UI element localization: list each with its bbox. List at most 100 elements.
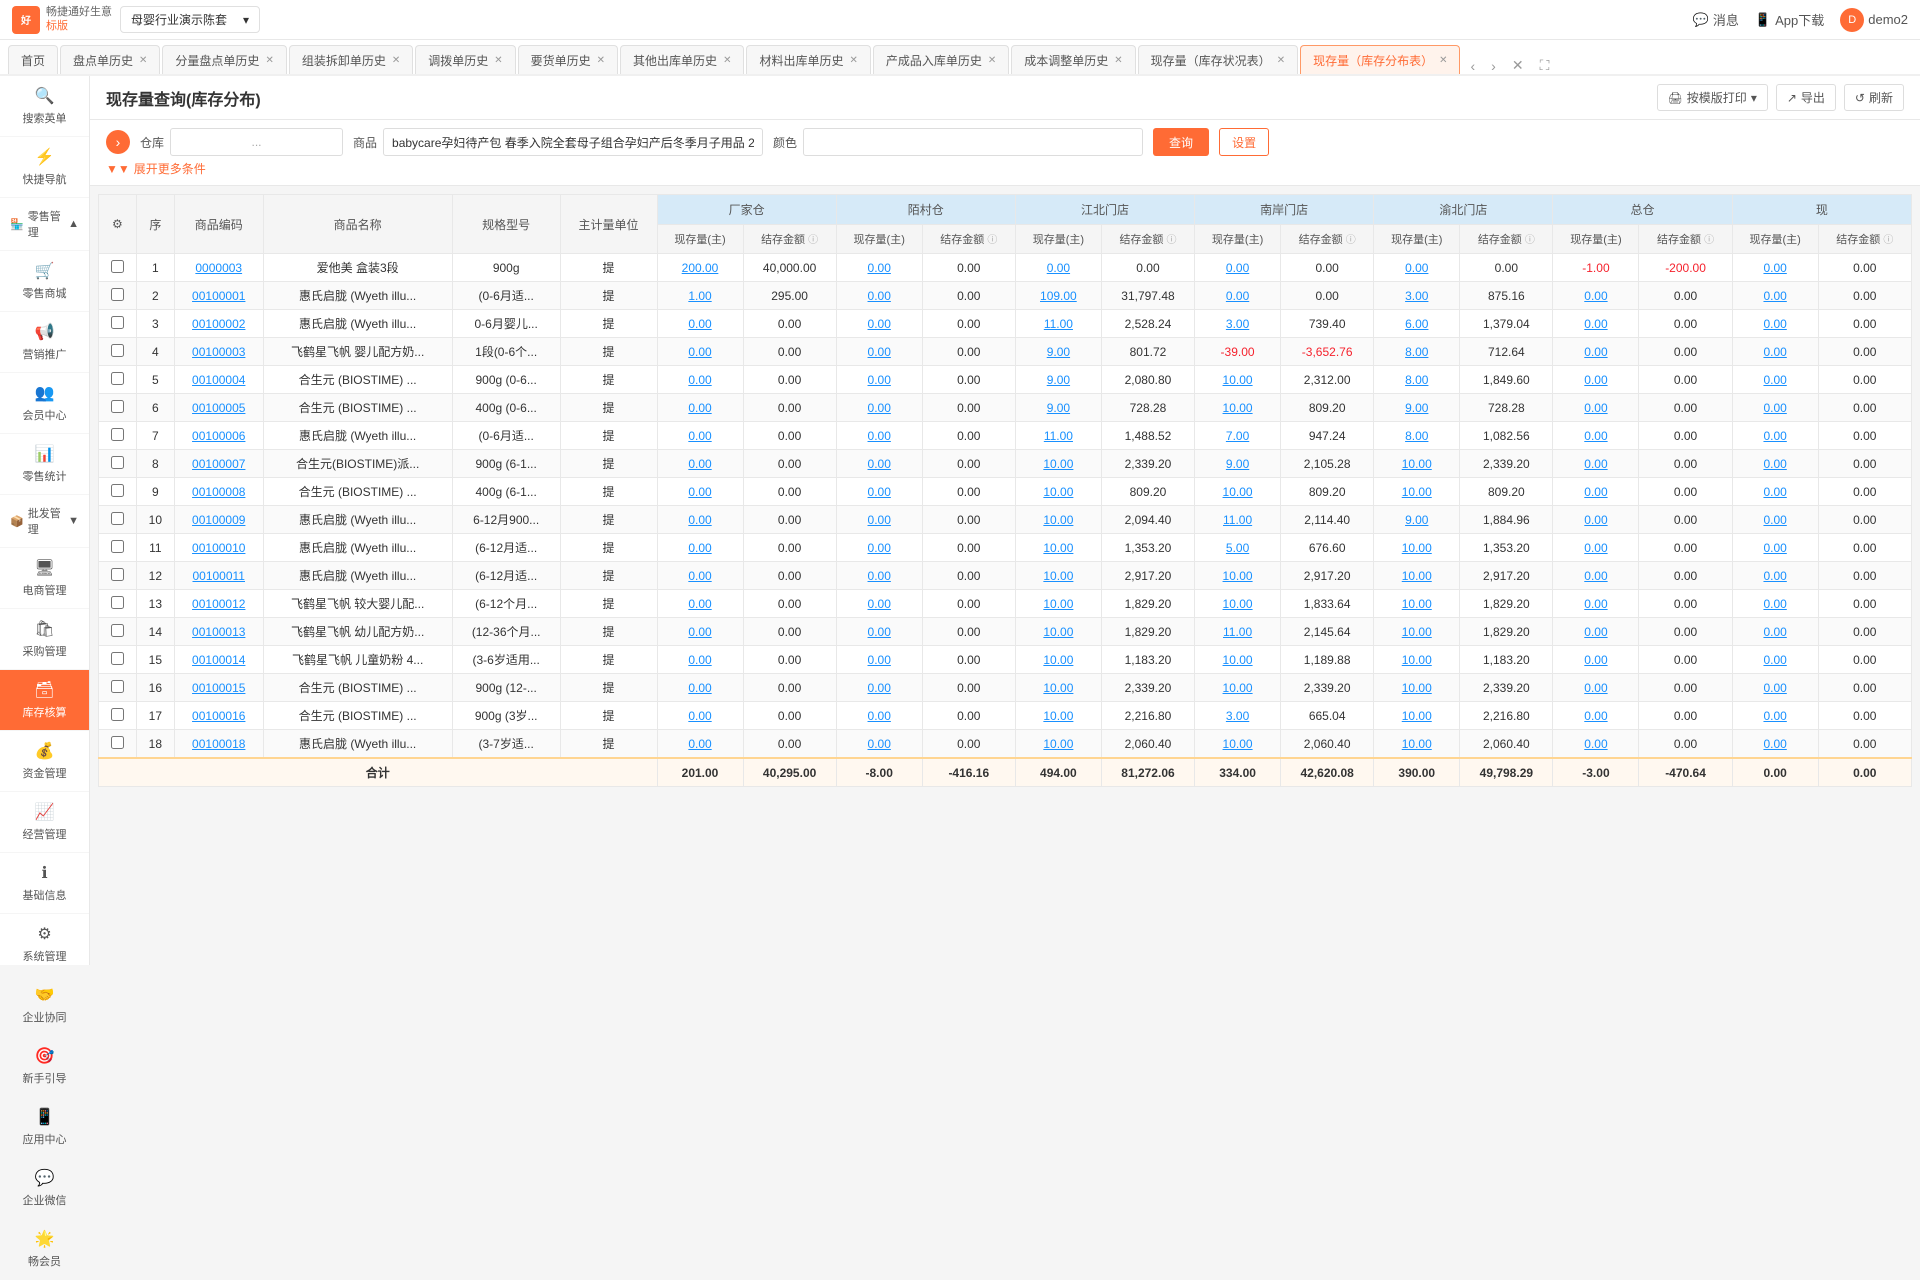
sidebar-item-retail-mgmt[interactable]: 🏪 零售管理 ▲ [0, 198, 89, 251]
row-check[interactable] [99, 730, 137, 759]
sidebar-item-marketing[interactable]: 📢 营销推广 [0, 312, 89, 373]
sidebar-item-basic-info[interactable]: ℹ 基础信息 [0, 853, 89, 914]
sidebar-item-finance[interactable]: 💰 资金管理 [0, 731, 89, 792]
row-check[interactable] [99, 646, 137, 674]
row-check[interactable] [99, 562, 137, 590]
app-download-btn[interactable]: 📱 App下载 [1755, 10, 1824, 29]
tab-close-icon[interactable]: ✕ [988, 55, 996, 66]
row-m-amt: 0.00 [922, 450, 1015, 478]
row-check[interactable] [99, 282, 137, 310]
row-check[interactable] [99, 674, 137, 702]
row-check[interactable] [99, 590, 137, 618]
user-avatar[interactable]: D demo2 [1840, 8, 1908, 32]
tab-close-icon[interactable]: ✕ [597, 55, 605, 66]
row-check[interactable] [99, 534, 137, 562]
tab-nav-next[interactable]: › [1483, 58, 1504, 74]
store-jiangbei-header: 江北门店 [1015, 195, 1194, 225]
tab-inventory-history[interactable]: 盘点单历史 ✕ [60, 45, 160, 75]
settings-button[interactable]: 设置 [1219, 128, 1269, 156]
table-row: 6 00100005 合生元 (BIOSTIME) ... 400g (0-6.… [99, 394, 1912, 422]
row-check[interactable] [99, 254, 137, 282]
row-code: 00100011 [174, 562, 263, 590]
tab-material-out[interactable]: 材料出库单历史 ✕ [746, 45, 870, 75]
tab-close-icon[interactable]: ✕ [723, 55, 731, 66]
sidebar-item-collab[interactable]: 🤝 企业协同 [0, 975, 89, 1036]
row-cur-amt: 0.00 [1818, 282, 1911, 310]
sidebar-item-wholesale[interactable]: 📦 批发管理 ▼ [0, 495, 89, 548]
sidebar-item-search[interactable]: 🔍 搜索英单 [0, 76, 89, 137]
tab-cost-adjust[interactable]: 成本调整单历史 ✕ [1011, 45, 1135, 75]
table-row: 11 00100010 惠氏启胧 (Wyeth illu... (6-12月适.… [99, 534, 1912, 562]
tab-stock-status[interactable]: 现存量（库存状况表） ✕ [1138, 45, 1298, 75]
tab-stock-dist[interactable]: 现存量（库存分布表） ✕ [1300, 45, 1460, 75]
sidebar-item-purchase[interactable]: 🛍 采购管理 [0, 609, 89, 670]
tab-sub-inventory[interactable]: 分量盘点单历史 ✕ [162, 45, 286, 75]
sidebar-item-operations[interactable]: 📈 经营管理 [0, 792, 89, 853]
tab-assembly[interactable]: 组装拆卸单历史 ✕ [289, 45, 413, 75]
tab-product-in[interactable]: 产成品入库单历史 ✕ [873, 45, 1009, 75]
row-f-qty: 0.00 [657, 534, 743, 562]
row-check[interactable] [99, 478, 137, 506]
tab-close-icon[interactable]: ✕ [494, 55, 502, 66]
row-m-qty: 0.00 [836, 506, 922, 534]
tab-other-out[interactable]: 其他出库单历史 ✕ [620, 45, 744, 75]
messages-btn[interactable]: 💬 消息 [1693, 10, 1739, 29]
row-check[interactable] [99, 310, 137, 338]
tab-close-icon[interactable]: ✕ [392, 55, 400, 66]
color-input[interactable] [803, 128, 1143, 156]
expand-conditions[interactable]: ▼▼ 展开更多条件 [106, 160, 1904, 177]
row-check[interactable] [99, 366, 137, 394]
sidebar-item-newbie[interactable]: 🎯 新手引导 [0, 1036, 89, 1097]
sidebar-item-retail-mall[interactable]: 🛒 零售商城 [0, 251, 89, 312]
row-m-amt: 0.00 [922, 674, 1015, 702]
row-check[interactable] [99, 394, 137, 422]
sidebar-item-system[interactable]: ⚙ 系统管理 [0, 914, 89, 975]
row-check[interactable] [99, 450, 137, 478]
row-check[interactable] [99, 506, 137, 534]
sidebar-item-appcenter[interactable]: 📱 应用中心 [0, 1097, 89, 1158]
row-t-amt: 0.00 [1639, 590, 1732, 618]
row-m-amt: 0.00 [922, 282, 1015, 310]
tab-close-icon[interactable]: ✕ [849, 55, 857, 66]
row-t-qty: 0.00 [1553, 450, 1639, 478]
table-row: 13 00100012 飞鹤星飞帆 较大婴儿配... (6-12个月... 提 … [99, 590, 1912, 618]
sidebar-item-wechat[interactable]: 💬 企业微信 [0, 1158, 89, 1219]
tab-nav-expand[interactable]: ⛶ [1532, 57, 1558, 74]
print-button[interactable]: 🖨 按模版打印 ▾ [1657, 84, 1768, 111]
row-check[interactable] [99, 338, 137, 366]
tab-order[interactable]: 要货单历史 ✕ [518, 45, 618, 75]
row-check[interactable] [99, 422, 137, 450]
settings-col[interactable]: ⚙ [99, 195, 137, 254]
table-row: 5 00100004 合生元 (BIOSTIME) ... 900g (0-6.… [99, 366, 1912, 394]
avatar-icon: D [1840, 8, 1864, 32]
export-button[interactable]: ↗ 导出 [1776, 84, 1836, 111]
tab-close-icon[interactable]: ✕ [1114, 55, 1122, 66]
tab-close-icon[interactable]: ✕ [265, 55, 273, 66]
tab-nav-close[interactable]: ✕ [1504, 57, 1532, 74]
sidebar-item-retail-stats[interactable]: 📊 零售统计 [0, 434, 89, 495]
filter-collapse-btn[interactable]: › [106, 130, 130, 154]
col-spec: 规格型号 [452, 195, 560, 254]
tab-close-icon[interactable]: ✕ [1439, 55, 1447, 66]
tab-home[interactable]: 首页 [8, 45, 58, 75]
tab-close-icon[interactable]: ✕ [139, 55, 147, 66]
row-na-qty: 10.00 [1195, 366, 1281, 394]
row-no: 12 [136, 562, 174, 590]
warehouse-input[interactable] [170, 128, 343, 156]
sidebar-item-members[interactable]: 👥 会员中心 [0, 373, 89, 434]
tab-transfer[interactable]: 调拨单历史 ✕ [415, 45, 515, 75]
tab-close-icon[interactable]: ✕ [1277, 55, 1285, 66]
refresh-button[interactable]: ↺ 刷新 [1844, 84, 1904, 111]
query-button[interactable]: 查询 [1153, 128, 1209, 156]
sidebar-item-ecommerce[interactable]: 🖥 电商管理 [0, 548, 89, 609]
store-selector[interactable]: 母婴行业演示陈套 ▾ [120, 6, 260, 33]
sidebar-item-quicknav[interactable]: ⚡ 快捷导航 [0, 137, 89, 198]
sidebar-item-member[interactable]: 🌟 畅会员 [0, 1219, 89, 1280]
row-na-qty: 11.00 [1195, 506, 1281, 534]
sidebar-item-inventory[interactable]: 🗃 库存核算 [0, 670, 89, 731]
row-check[interactable] [99, 702, 137, 730]
goods-input[interactable] [383, 128, 763, 156]
row-check[interactable] [99, 618, 137, 646]
tab-nav-prev[interactable]: ‹ [1462, 58, 1483, 74]
row-t-amt: 0.00 [1639, 702, 1732, 730]
